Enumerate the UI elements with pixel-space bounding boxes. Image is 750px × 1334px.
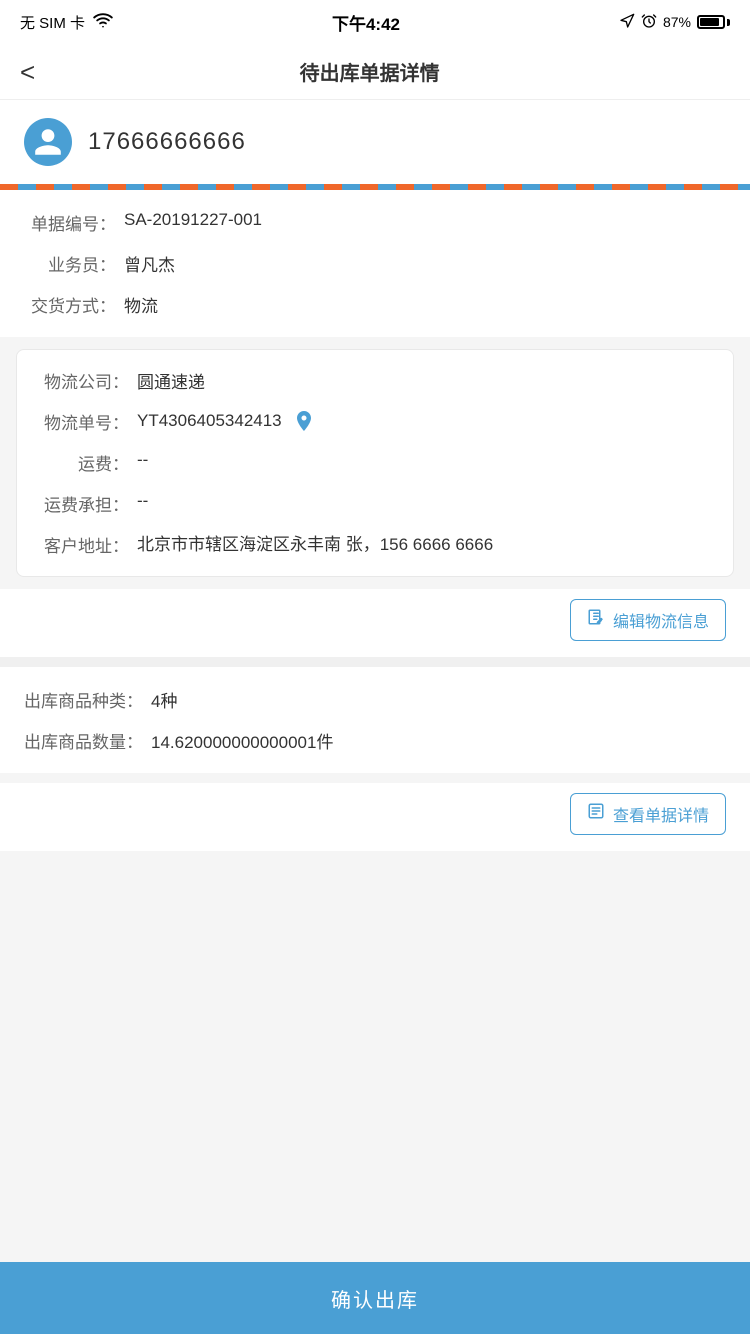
edit-icon bbox=[587, 608, 605, 631]
order-no-label: 单据编号： bbox=[24, 210, 124, 235]
confirm-button[interactable]: 确认出库 bbox=[331, 1284, 419, 1313]
view-detail-button[interactable]: 查看单据详情 bbox=[570, 793, 726, 835]
logistics-company-row: 物流公司： 圆通速递 bbox=[37, 368, 713, 393]
goods-section: 出库商品种类： 4种 出库商品数量： 14.620000000000001件 bbox=[0, 667, 750, 773]
goods-types-row: 出库商品种类： 4种 bbox=[24, 687, 726, 712]
battery-percentage: 87% bbox=[663, 14, 691, 30]
view-detail-btn-container: 查看单据详情 bbox=[0, 783, 750, 851]
person-icon bbox=[32, 126, 64, 158]
content-spacer bbox=[0, 851, 750, 971]
edit-btn-container: 编辑物流信息 bbox=[0, 589, 750, 657]
logistics-tracking-label: 物流单号： bbox=[37, 409, 137, 434]
user-phone: 17666666666 bbox=[88, 128, 246, 156]
delivery-label: 交货方式： bbox=[24, 292, 124, 317]
view-detail-label: 查看单据详情 bbox=[613, 802, 709, 826]
edit-logistics-button[interactable]: 编辑物流信息 bbox=[570, 599, 726, 641]
freight-label: 运费： bbox=[37, 450, 137, 475]
salesman-row: 业务员： 曾凡杰 bbox=[24, 251, 726, 276]
bottom-bar: 确认出库 bbox=[0, 1262, 750, 1334]
goods-quantity-label: 出库商品数量： bbox=[24, 728, 151, 753]
page-title: 待出库单据详情 bbox=[55, 57, 684, 86]
status-bar: 无 SIM 卡 下午4:42 87% bbox=[0, 0, 750, 44]
goods-quantity-value: 14.620000000000001件 bbox=[151, 728, 726, 753]
alarm-icon bbox=[641, 13, 657, 32]
salesman-label: 业务员： bbox=[24, 251, 124, 276]
goods-quantity-row: 出库商品数量： 14.620000000000001件 bbox=[24, 728, 726, 753]
order-no-value: SA-20191227-001 bbox=[124, 210, 726, 230]
status-bar-right: 87% bbox=[619, 13, 730, 32]
order-info-section: 单据编号： SA-20191227-001 业务员： 曾凡杰 交货方式： 物流 bbox=[0, 190, 750, 337]
logistics-tracking-row: 物流单号： YT4306405342413 bbox=[37, 409, 713, 434]
freight-bearer-row: 运费承担： -- bbox=[37, 491, 713, 516]
wifi-icon bbox=[93, 10, 113, 34]
status-bar-left: 无 SIM 卡 bbox=[20, 10, 113, 34]
battery-icon bbox=[697, 15, 730, 29]
goods-types-label: 出库商品种类： bbox=[24, 687, 151, 712]
logistics-tracking-value: YT4306405342413 bbox=[137, 409, 713, 433]
freight-value: -- bbox=[137, 450, 713, 470]
avatar bbox=[24, 118, 72, 166]
order-no-row: 单据编号： SA-20191227-001 bbox=[24, 210, 726, 235]
goods-types-value: 4种 bbox=[151, 687, 726, 712]
nav-bar: < 待出库单据详情 bbox=[0, 44, 750, 100]
tracking-location-icon[interactable] bbox=[292, 409, 316, 433]
salesman-value: 曾凡杰 bbox=[124, 251, 726, 276]
freight-row: 运费： -- bbox=[37, 450, 713, 475]
address-label: 客户地址： bbox=[37, 532, 137, 557]
freight-bearer-value: -- bbox=[137, 491, 713, 511]
section-divider bbox=[0, 657, 750, 667]
carrier-text: 无 SIM 卡 bbox=[20, 12, 85, 33]
user-section: 17666666666 bbox=[0, 100, 750, 184]
address-row: 客户地址： 北京市市辖区海淀区永丰南 张，156 6666 6666 bbox=[37, 532, 713, 558]
view-detail-icon bbox=[587, 802, 605, 825]
edit-logistics-label: 编辑物流信息 bbox=[613, 608, 709, 632]
logistics-card: 物流公司： 圆通速递 物流单号： YT4306405342413 运费： -- … bbox=[16, 349, 734, 577]
delivery-row: 交货方式： 物流 bbox=[24, 292, 726, 317]
back-button[interactable]: < bbox=[20, 59, 35, 85]
location-status-icon bbox=[619, 13, 635, 32]
freight-bearer-label: 运费承担： bbox=[37, 491, 137, 516]
logistics-company-label: 物流公司： bbox=[37, 368, 137, 393]
logistics-company-value: 圆通速递 bbox=[137, 368, 713, 393]
delivery-value: 物流 bbox=[124, 292, 726, 317]
address-value: 北京市市辖区海淀区永丰南 张，156 6666 6666 bbox=[137, 532, 713, 558]
status-bar-time: 下午4:42 bbox=[332, 10, 400, 35]
